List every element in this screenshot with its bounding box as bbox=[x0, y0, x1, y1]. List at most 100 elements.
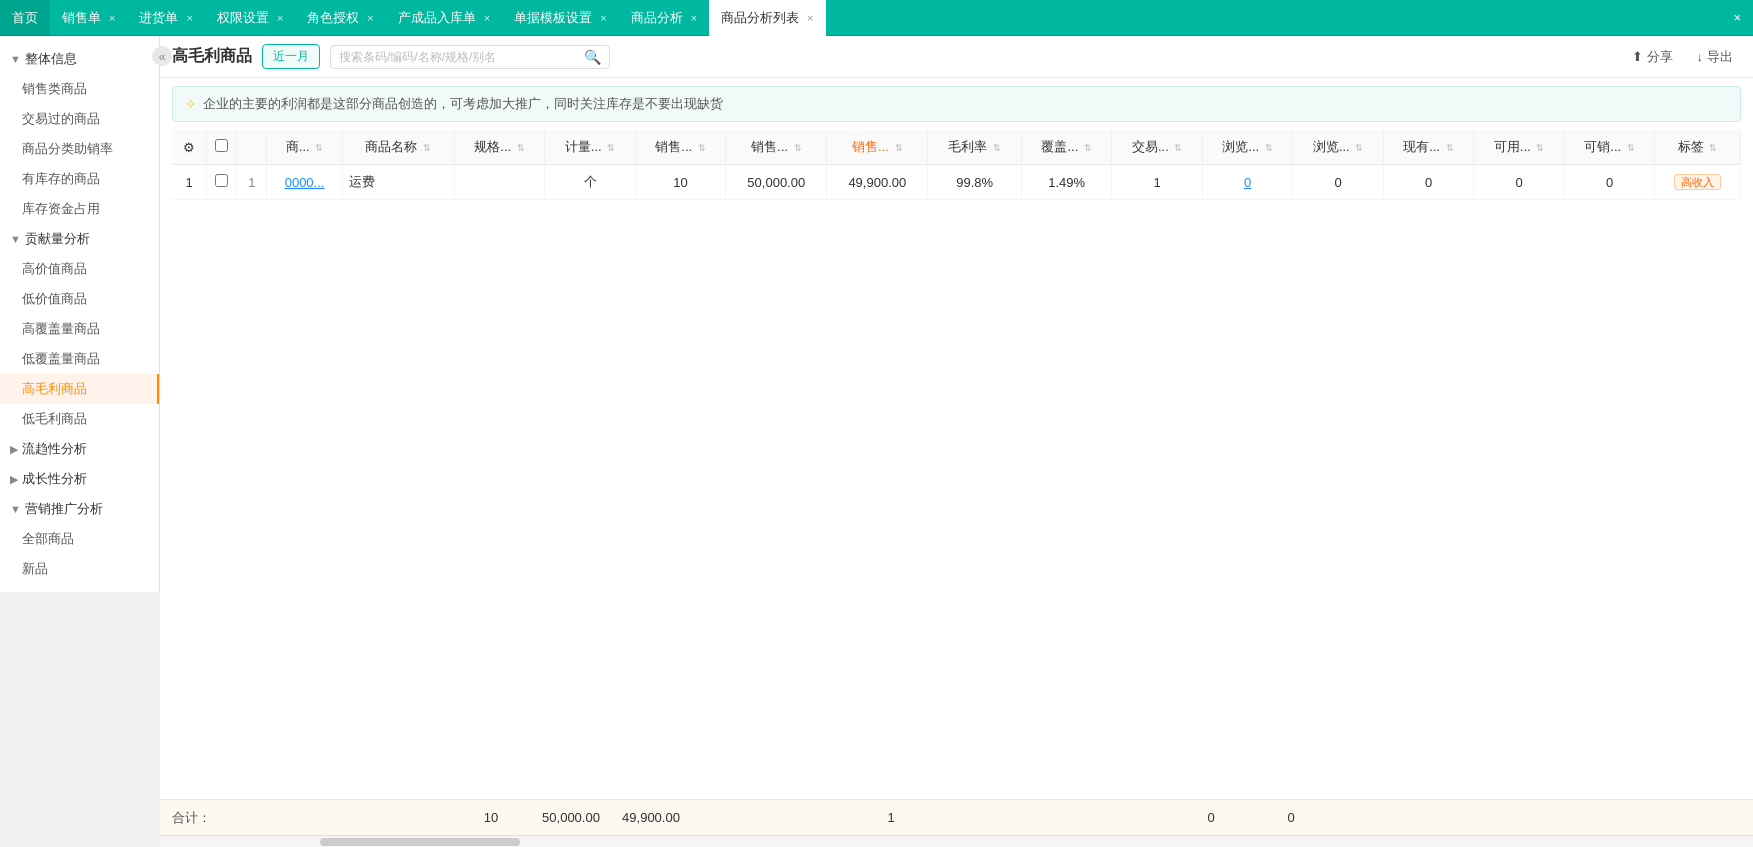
nav-tab-analysis-list[interactable]: 商品分析列表 × bbox=[709, 0, 825, 36]
search-input[interactable] bbox=[339, 50, 584, 64]
footer-transaction: 1 bbox=[851, 810, 931, 825]
nav-tab-role-close[interactable]: × bbox=[367, 12, 373, 24]
chevron-right-icon-2: ▶ bbox=[10, 473, 18, 486]
footer-sellable: 0 bbox=[1251, 810, 1331, 825]
th-unit[interactable]: 计量... ⇅ bbox=[545, 130, 635, 165]
sidebar-section-overall-label: 整体信息 bbox=[25, 50, 77, 68]
content-area: 高毛利商品 近一月 🔍 ⬆ 分享 ↓ 导出 ✧ 企业的主要的利润都是这部分商品创… bbox=[160, 36, 1753, 847]
th-tag[interactable]: 标签 ⇅ bbox=[1655, 130, 1741, 165]
nav-tab-sales[interactable]: 销售单 × bbox=[50, 0, 127, 36]
sidebar-section-contribution[interactable]: ▼ 贡献量分析 bbox=[0, 224, 159, 254]
sidebar-section-overall[interactable]: ▼ 整体信息 bbox=[0, 44, 159, 74]
th-code[interactable]: 商... ⇅ bbox=[267, 130, 342, 165]
sidebar-section-growth-label: 成长性分析 bbox=[22, 470, 87, 488]
td-tag: 高收入 bbox=[1655, 165, 1741, 200]
nav-tab-inbound-close[interactable]: × bbox=[484, 12, 490, 24]
nav-tab-role-label: 角色授权 bbox=[307, 9, 359, 27]
sidebar-item-low-margin[interactable]: 低毛利商品 bbox=[0, 404, 159, 434]
sidebar-collapse-button[interactable]: « bbox=[152, 46, 172, 66]
nav-tab-purchase[interactable]: 进货单 × bbox=[127, 0, 204, 36]
nav-tab-template-label: 单据模板设置 bbox=[514, 9, 592, 27]
th-sales-qty[interactable]: 销售... ⇅ bbox=[635, 130, 725, 165]
th-coverage[interactable]: 覆盖... ⇅ bbox=[1021, 130, 1111, 165]
nav-tab-inbound[interactable]: 产成品入库单 × bbox=[386, 0, 502, 36]
sidebar-section-growth[interactable]: ▶ 成长性分析 bbox=[0, 464, 159, 494]
sidebar-item-all-goods[interactable]: 全部商品 bbox=[0, 524, 159, 554]
nav-tab-purchase-close[interactable]: × bbox=[186, 12, 192, 24]
row-checkbox[interactable] bbox=[215, 174, 228, 187]
th-current-stock[interactable]: 现有... ⇅ bbox=[1383, 130, 1473, 165]
chevron-down-icon-2: ▼ bbox=[10, 233, 21, 245]
collapse-icon: « bbox=[158, 49, 165, 64]
sidebar-item-high-margin[interactable]: 高毛利商品 bbox=[0, 374, 159, 404]
th-name[interactable]: 商品名称 ⇅ bbox=[342, 130, 454, 165]
sidebar-item-high-value[interactable]: 高价值商品 bbox=[0, 254, 159, 284]
footer-sales-profit: 49,900.00 bbox=[611, 810, 691, 825]
td-sales-amount: 50,000.00 bbox=[726, 165, 827, 200]
page-title: 高毛利商品 bbox=[172, 46, 252, 67]
td-sales-qty: 10 bbox=[635, 165, 725, 200]
filter-recent-month-button[interactable]: 近一月 bbox=[262, 44, 320, 69]
nav-tab-home-label: 首页 bbox=[12, 9, 38, 27]
th-sales-amount[interactable]: 销售... ⇅ bbox=[726, 130, 827, 165]
table-container: ⚙ 商... ⇅ 商品名称 ⇅ 规格... ⇅ 计量... ⇅ 销售... ⇅ … bbox=[160, 130, 1753, 799]
td-browse1[interactable]: 0 bbox=[1202, 165, 1292, 200]
search-icon[interactable]: 🔍 bbox=[584, 49, 601, 65]
nav-tab-template-close[interactable]: × bbox=[600, 12, 606, 24]
nav-tab-sales-close[interactable]: × bbox=[109, 12, 115, 24]
sidebar-item-traded-goods[interactable]: 交易过的商品 bbox=[0, 104, 159, 134]
sidebar-item-stock-goods[interactable]: 有库存的商品 bbox=[0, 164, 159, 194]
th-sellable[interactable]: 可销... ⇅ bbox=[1564, 130, 1654, 165]
th-browse2[interactable]: 浏览... ⇅ bbox=[1293, 130, 1383, 165]
info-banner-text: 企业的主要的利润都是这部分商品创造的，可考虑加大推广，同时关注库存是不要出现缺货 bbox=[203, 95, 723, 113]
sidebar-item-high-coverage[interactable]: 高覆盖量商品 bbox=[0, 314, 159, 344]
sidebar-item-category-rate[interactable]: 商品分类助销率 bbox=[0, 134, 159, 164]
th-settings[interactable]: ⚙ bbox=[172, 130, 207, 165]
footer-label: 合计： bbox=[172, 809, 211, 827]
nav-tab-analysis[interactable]: 商品分析 × bbox=[619, 0, 709, 36]
td-browse2: 0 bbox=[1293, 165, 1383, 200]
chevron-down-icon-3: ▼ bbox=[10, 503, 21, 515]
nav-tab-permission[interactable]: 权限设置 × bbox=[205, 0, 295, 36]
th-spec[interactable]: 规格... ⇅ bbox=[454, 130, 544, 165]
horizontal-scrollbar[interactable] bbox=[160, 835, 1753, 847]
th-transaction[interactable]: 交易... ⇅ bbox=[1112, 130, 1202, 165]
th-gross-rate[interactable]: 毛利率 ⇅ bbox=[928, 130, 1022, 165]
close-window-button[interactable]: × bbox=[1721, 0, 1753, 36]
td-unit: 个 bbox=[545, 165, 635, 200]
share-icon: ⬆ bbox=[1632, 49, 1643, 64]
export-button[interactable]: ↓ 导出 bbox=[1689, 45, 1742, 69]
th-browse1[interactable]: 浏览... ⇅ bbox=[1202, 130, 1292, 165]
header-actions: ⬆ 分享 ↓ 导出 bbox=[1624, 45, 1742, 69]
main-container: ▼ 整体信息 销售类商品 交易过的商品 商品分类助销率 有库存的商品 库存资金占… bbox=[0, 36, 1753, 847]
sidebar-section-marketing[interactable]: ▼ 营销推广分析 bbox=[0, 494, 159, 524]
nav-tab-permission-close[interactable]: × bbox=[277, 12, 283, 24]
td-sales-profit: 49,900.00 bbox=[827, 165, 928, 200]
select-all-checkbox[interactable] bbox=[215, 139, 228, 152]
sidebar-item-low-value[interactable]: 低价值商品 bbox=[0, 284, 159, 314]
nav-tab-inbound-label: 产成品入库单 bbox=[398, 9, 476, 27]
td-index: 1 bbox=[237, 165, 267, 200]
data-table: ⚙ 商... ⇅ 商品名称 ⇅ 规格... ⇅ 计量... ⇅ 销售... ⇅ … bbox=[172, 130, 1741, 200]
nav-tab-analysis-close[interactable]: × bbox=[691, 12, 697, 24]
nav-tab-home[interactable]: 首页 bbox=[0, 0, 50, 36]
sidebar-section-trend[interactable]: ▶ 流趋性分析 bbox=[0, 434, 159, 464]
sidebar-item-low-coverage[interactable]: 低覆盖量商品 bbox=[0, 344, 159, 374]
scrollbar-thumb[interactable] bbox=[320, 838, 520, 846]
nav-tab-purchase-label: 进货单 bbox=[139, 9, 178, 27]
sidebar-wrapper: ▼ 整体信息 销售类商品 交易过的商品 商品分类助销率 有库存的商品 库存资金占… bbox=[0, 36, 160, 847]
search-box: 🔍 bbox=[330, 45, 610, 69]
share-button[interactable]: ⬆ 分享 bbox=[1624, 45, 1681, 69]
sidebar-item-stock-capital[interactable]: 库存资金占用 bbox=[0, 194, 159, 224]
nav-tab-role[interactable]: 角色授权 × bbox=[295, 0, 385, 36]
nav-tab-analysis-list-close[interactable]: × bbox=[807, 12, 813, 24]
th-sales-profit[interactable]: 销售... ⇅ bbox=[827, 130, 928, 165]
sidebar-item-sales-goods[interactable]: 销售类商品 bbox=[0, 74, 159, 104]
th-available[interactable]: 可用... ⇅ bbox=[1474, 130, 1564, 165]
sidebar-item-new-goods[interactable]: 新品 bbox=[0, 554, 159, 584]
table-header-row: ⚙ 商... ⇅ 商品名称 ⇅ 规格... ⇅ 计量... ⇅ 销售... ⇅ … bbox=[172, 130, 1741, 165]
nav-tab-template[interactable]: 单据模板设置 × bbox=[502, 0, 618, 36]
td-checkbox[interactable] bbox=[207, 165, 237, 200]
tag-badge: 高收入 bbox=[1674, 174, 1721, 190]
td-code[interactable]: 0000... bbox=[267, 165, 342, 200]
